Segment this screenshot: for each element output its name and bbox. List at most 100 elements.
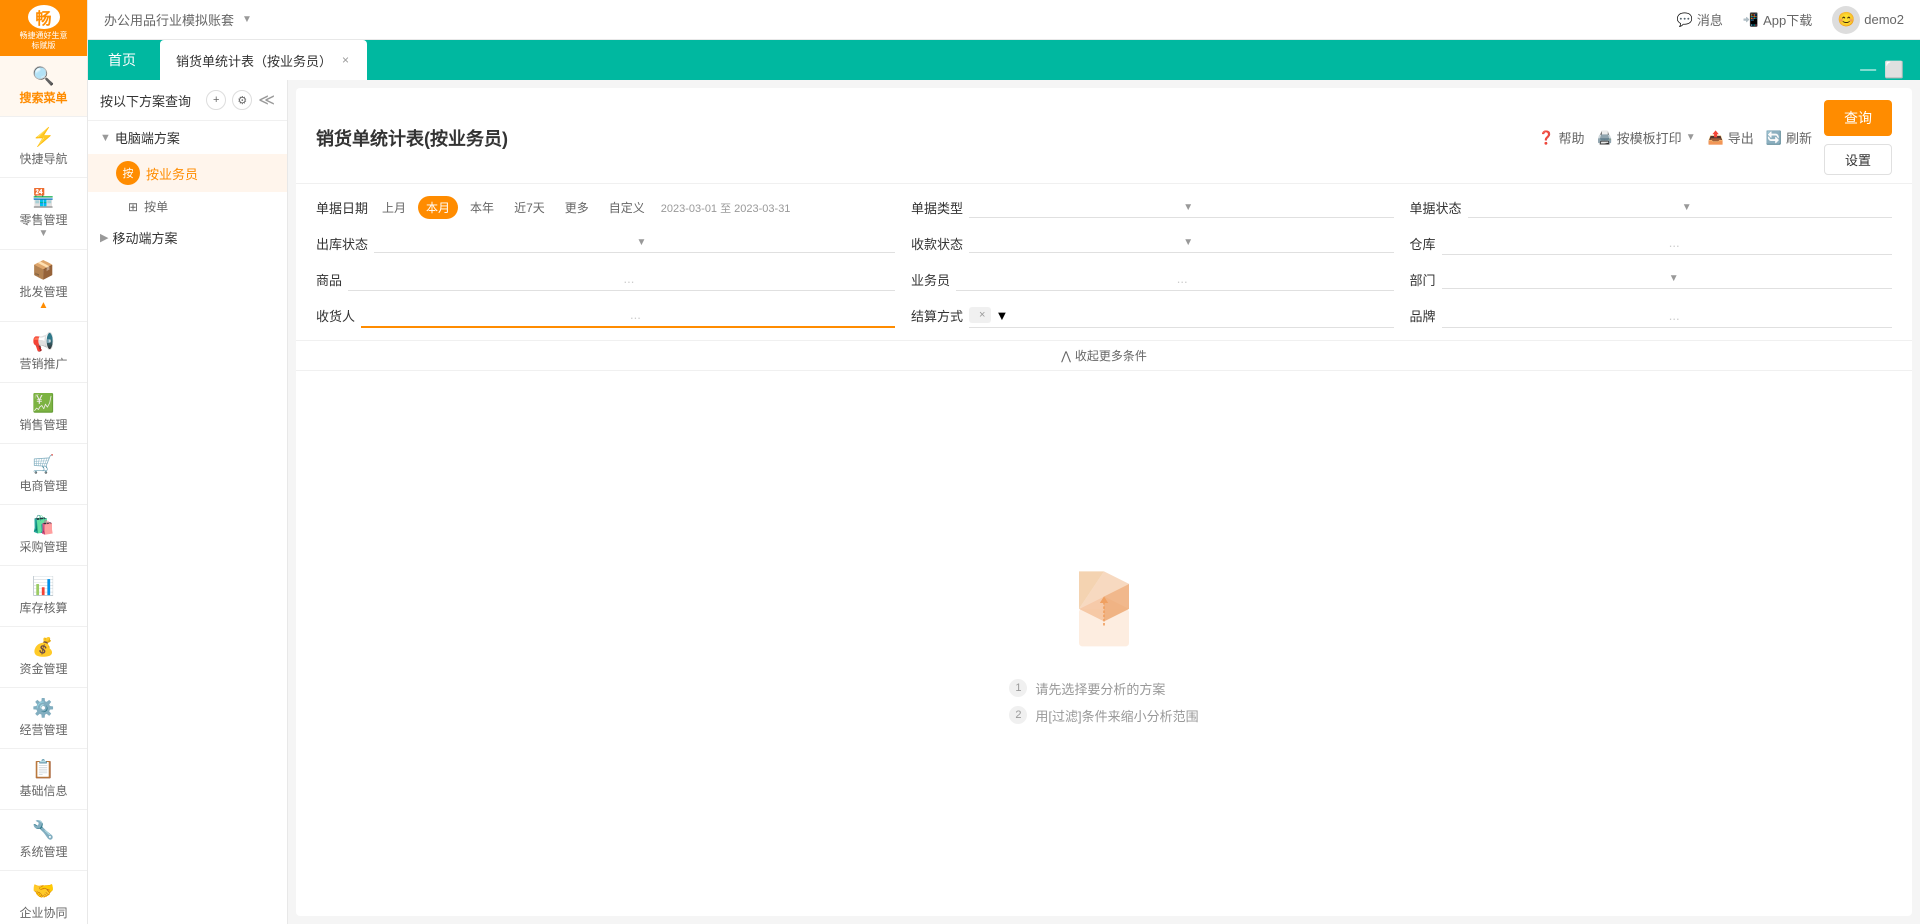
warehouse-label: 仓库 (1410, 234, 1436, 253)
date-btn-thismonth[interactable]: 本月 (418, 196, 458, 219)
empty-hint-1: 1 请先选择要分析的方案 (1009, 679, 1198, 698)
filter-dept: 部门 ▼ (1410, 269, 1893, 289)
settings-scheme-btn[interactable]: ⚙ (232, 90, 252, 110)
tree-toggle-mobile: ▶ (100, 231, 108, 244)
sidebar-item-sales[interactable]: 💹 销售管理 (0, 383, 87, 444)
sidebar-item-search[interactable]: 🔍 搜索菜单 (0, 56, 87, 117)
download-icon: 📲 (1743, 12, 1759, 28)
tree-group-desktop[interactable]: ▼ 电脑端方案 (88, 121, 287, 154)
goods-control: ... (348, 267, 895, 291)
main-area: 办公用品行业模拟账套 ▼ 💬 消息 📲 App下载 😊 demo2 首页 (88, 0, 1920, 924)
delivery-dropdown[interactable]: ▼ (374, 237, 895, 248)
docstatus-dropdown[interactable]: ▼ (1468, 202, 1892, 213)
tree-group-mobile[interactable]: ▶ 移动端方案 (88, 221, 287, 254)
goods-dots[interactable]: ... (624, 271, 896, 286)
dept-dropdown[interactable]: ▼ (1442, 273, 1892, 284)
empty-illustration (1054, 563, 1154, 663)
top-bar: 办公用品行业模拟账套 ▼ 💬 消息 📲 App下载 😊 demo2 (88, 0, 1920, 40)
export-btn[interactable]: 📤 导出 (1708, 128, 1754, 147)
window-minimize-icon[interactable]: — (1860, 61, 1876, 79)
settlement-clear-btn[interactable]: × (979, 309, 985, 321)
salesman-dropdown[interactable]: ... (956, 271, 1393, 286)
help-icon: ❓ (1538, 130, 1554, 146)
date-btn-7days[interactable]: 近7天 (506, 196, 553, 219)
tab-close-icon[interactable]: × (340, 51, 351, 69)
tab-sales-summary[interactable]: 销货单统计表（按业务员） × (160, 40, 367, 80)
settlement-control: × ▼ (969, 303, 1393, 328)
notifications-btn[interactable]: 💬 消息 (1677, 10, 1723, 29)
query-button[interactable]: 查询 (1824, 100, 1892, 136)
payment-label: 收款状态 (911, 234, 963, 253)
sidebar-item-basic[interactable]: 📋 基础信息 (0, 749, 87, 810)
settlement-arrow[interactable]: ▼ (995, 308, 1008, 323)
delivery-arrow: ▼ (637, 237, 896, 248)
sidebar-item-operations[interactable]: ⚙️ 经营管理 (0, 688, 87, 749)
sidebar-item-retail[interactable]: 🏪 零售管理 ▼ (0, 178, 87, 250)
tree-item-by-doc[interactable]: ⊞ 按单 (88, 192, 287, 221)
date-btn-more[interactable]: 更多 (557, 196, 597, 219)
filter-settlement: 结算方式 × ▼ (911, 303, 1394, 328)
date-btn-thisyear[interactable]: 本年 (462, 196, 502, 219)
tab-bar-actions: — ⬜ (1860, 60, 1920, 80)
payment-dropdown[interactable]: ▼ (969, 237, 1393, 248)
app-download-label: App下载 (1763, 10, 1812, 29)
settlement-label: 结算方式 (911, 306, 963, 325)
collapse-row: ⋀ 收起更多条件 (296, 341, 1912, 371)
sales-icon: 💹 (32, 393, 54, 414)
operations-icon: ⚙️ (32, 698, 54, 719)
doctype-control: ▼ (969, 198, 1393, 218)
sidebar-item-quicknav[interactable]: ⚡ 快捷导航 (0, 117, 87, 178)
sidebar-item-finance[interactable]: 💰 资金管理 (0, 627, 87, 688)
sidebar-item-wholesale[interactable]: 📦 批发管理 ▲ (0, 250, 87, 322)
left-panel-header: 按以下方案查询 + ⚙ ≪ (88, 80, 287, 121)
warehouse-dropdown[interactable]: ... (1442, 235, 1892, 250)
purchase-icon: 🛍️ (32, 515, 54, 536)
content-area: 按以下方案查询 + ⚙ ≪ ▼ 电脑端方案 按 按业务员 ⊞ 按单 (88, 80, 1920, 924)
basic-icon: 📋 (32, 759, 54, 780)
sidebar-item-ecommerce[interactable]: 🛒 电商管理 (0, 444, 87, 505)
help-btn[interactable]: ❓ 帮助 (1538, 128, 1584, 147)
tree-group-mobile-label: 移动端方案 (112, 228, 177, 247)
app-download-btn[interactable]: 📲 App下载 (1743, 10, 1812, 29)
sidebar-item-enterprise[interactable]: 🤝 企业协同 (0, 871, 87, 924)
doc-icon: ⊞ (128, 200, 138, 214)
top-bar-left: 办公用品行业模拟账套 ▼ (104, 10, 252, 29)
date-filter-controls: 上月 本月 本年 近7天 更多 自定义 2023-03-01 至 2023-03… (374, 196, 790, 219)
finance-icon: 💰 (32, 637, 54, 658)
sidebar-item-system-label: 系统管理 (19, 843, 67, 860)
sidebar-item-purchase[interactable]: 🛍️ 采购管理 (0, 505, 87, 566)
sidebar-item-marketing[interactable]: 📢 营销推广 (0, 322, 87, 383)
logo-text: 畅捷通好生意 标赋版 (20, 31, 68, 50)
page-title-bar: 销货单统计表(按业务员) ❓ 帮助 🖨️ 按模板打印 ▼ 📤 导出 (296, 88, 1912, 184)
retail-icon: 🏪 (32, 188, 54, 209)
goods-dropdown[interactable]: ... (348, 271, 895, 286)
window-maximize-icon[interactable]: ⬜ (1884, 60, 1904, 80)
refresh-btn[interactable]: 🔄 刷新 (1766, 128, 1812, 147)
salesman-dots[interactable]: ... (1177, 271, 1394, 286)
dept-arrow: ▼ (1669, 273, 1892, 284)
collapse-panel-btn[interactable]: ≪ (258, 90, 275, 110)
settings-button[interactable]: 设置 (1824, 144, 1892, 175)
add-scheme-btn[interactable]: + (206, 90, 226, 110)
sidebar-item-inventory[interactable]: 📊 库存核算 (0, 566, 87, 627)
tree-toggle-desktop: ▼ (100, 132, 111, 144)
consignee-label: 收货人 (316, 306, 355, 325)
brand-dropdown[interactable]: ... (1442, 308, 1892, 323)
dept-label: 部门 (1410, 270, 1436, 289)
consignee-dots[interactable]: ... (630, 307, 895, 322)
date-btn-custom[interactable]: 自定义 (601, 196, 653, 219)
tree-item-by-salesman[interactable]: 按 按业务员 (88, 154, 287, 192)
warehouse-dots[interactable]: ... (1669, 235, 1892, 250)
tab-home[interactable]: 首页 (88, 40, 156, 80)
hint-num-2: 2 (1009, 706, 1027, 724)
doctype-dropdown[interactable]: ▼ (969, 202, 1393, 213)
consignee-dropdown[interactable]: ... (361, 307, 895, 322)
brand-dots[interactable]: ... (1669, 308, 1892, 323)
sidebar-item-system[interactable]: 🔧 系统管理 (0, 810, 87, 871)
sidebar-item-enterprise-label: 企业协同 (19, 904, 67, 921)
date-btn-lastmonth[interactable]: 上月 (374, 196, 414, 219)
collapse-conditions-btn[interactable]: ⋀ 收起更多条件 (1061, 347, 1147, 364)
template-print-btn[interactable]: 🖨️ 按模板打印 ▼ (1596, 128, 1695, 147)
user-profile-btn[interactable]: 😊 demo2 (1832, 6, 1904, 34)
account-dropdown-arrow[interactable]: ▼ (242, 14, 252, 25)
